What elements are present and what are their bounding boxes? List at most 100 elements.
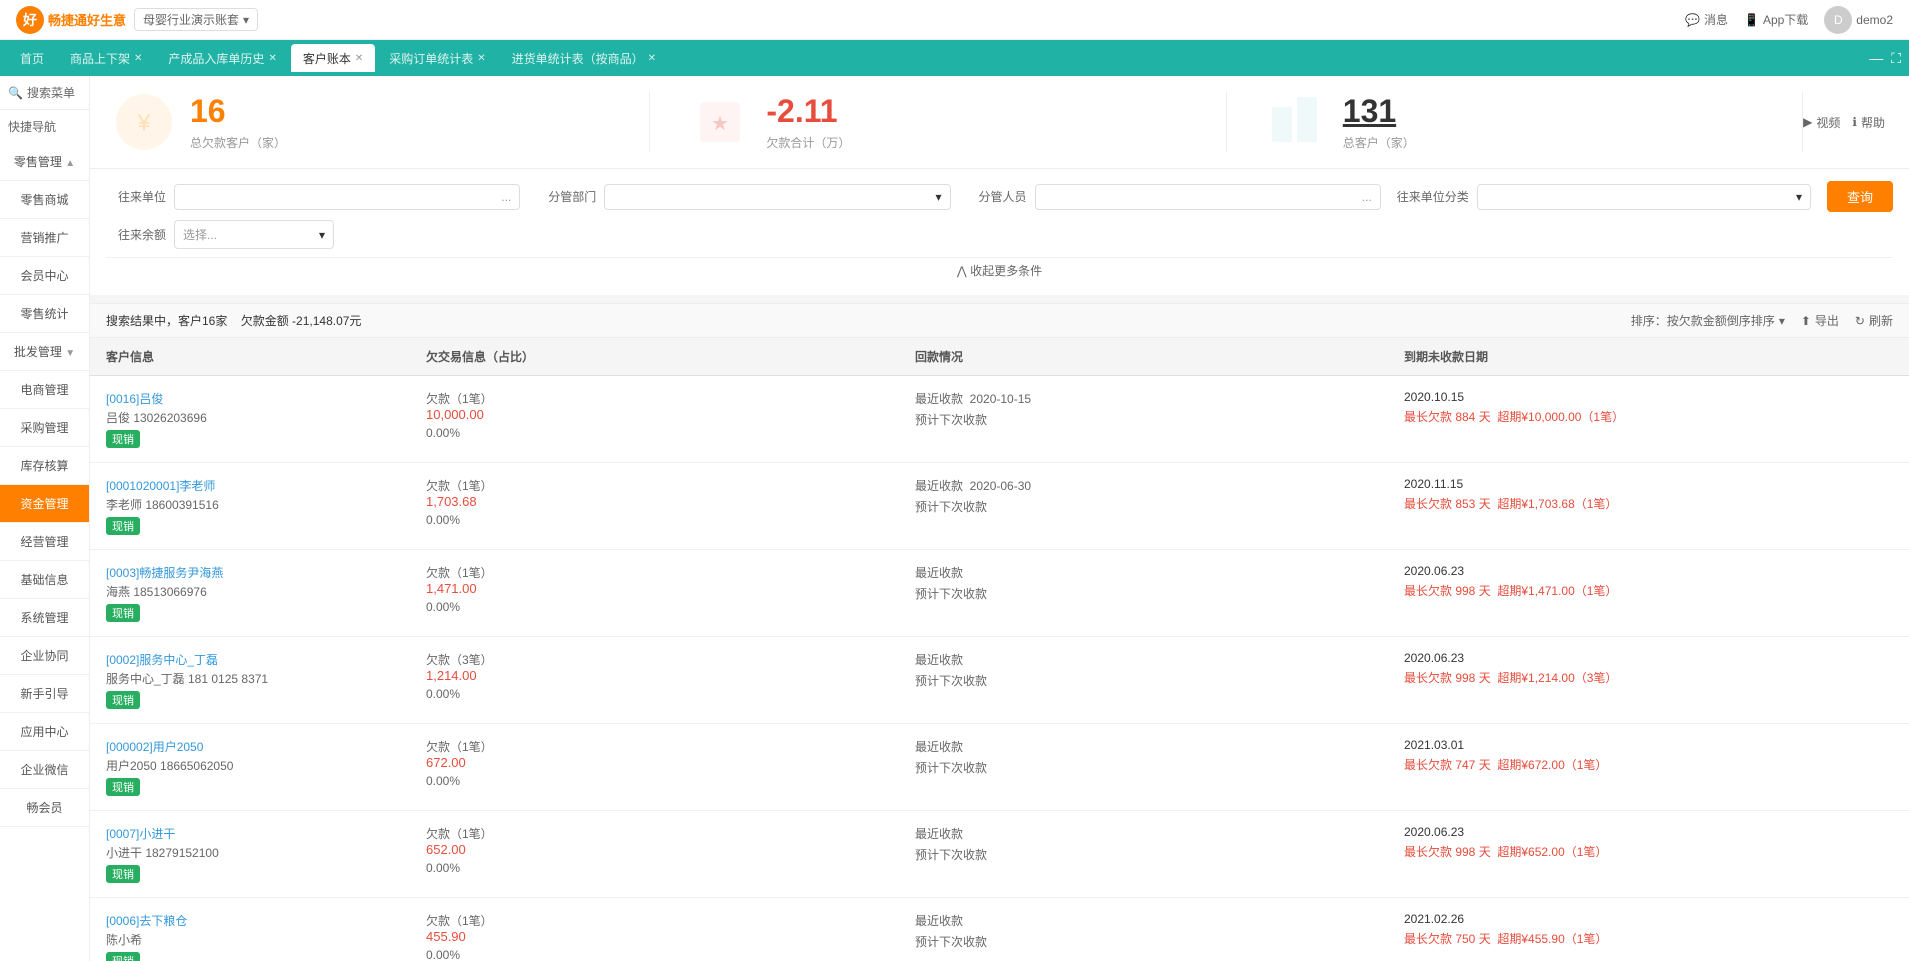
dept-select[interactable]: ▾: [604, 184, 950, 210]
payment-cell: 最近收款 预计下次收款: [915, 736, 1404, 778]
tab-close-icon[interactable]: ✕: [477, 53, 485, 64]
due-cell: 2021.03.01 最长欠款 747 天 超期¥672.00（1笔）: [1404, 736, 1893, 775]
sidebar-item-operations[interactable]: 经营管理: [0, 523, 89, 561]
logo-area: 好 畅捷通好生意: [16, 6, 126, 34]
user-menu[interactable]: D demo2: [1824, 6, 1893, 34]
col-customer-info: 客户信息: [106, 348, 426, 365]
view-button[interactable]: ▶ 视频: [1803, 114, 1840, 131]
app-download-button[interactable]: 📱 App下载: [1744, 11, 1808, 28]
store-selector[interactable]: 母婴行业演示账套 ▾: [134, 8, 258, 31]
tab-close-icon[interactable]: ✕: [355, 53, 363, 64]
debt-amount[interactable]: 1,471.00: [426, 581, 915, 596]
quick-nav-label: 快捷导航: [0, 110, 89, 143]
tab-close-icon[interactable]: ✕: [134, 53, 142, 64]
stat-total-count: 131 总客户（家）: [1227, 92, 1803, 152]
table-row: [0007]小进干 小进干 18279152100 现销 欠款（1笔） 652.…: [90, 811, 1909, 898]
sidebar-item-basic-info[interactable]: 基础信息: [0, 561, 89, 599]
filter-row-1: 往来单位 ... 分管部门 ▾ 分管人员: [106, 181, 1893, 212]
sidebar-item-new-guide[interactable]: 新手引导: [0, 675, 89, 713]
debt-cell: 欠款（1笔） 1,471.00 0.00%: [426, 562, 915, 616]
sidebar-item-batch-mgmt[interactable]: 批发管理 ▼: [0, 333, 89, 371]
tab-purchase-order[interactable]: 采购订单统计表 ✕: [377, 44, 497, 72]
customer-code[interactable]: [0001020001]李老师: [106, 477, 426, 494]
debt-amount[interactable]: 652.00: [426, 842, 915, 857]
tab-close-icon[interactable]: ✕: [268, 53, 276, 64]
source-unit-input[interactable]: ...: [174, 184, 520, 210]
due-date: 2020.06.23: [1404, 651, 1893, 665]
sidebar-item-system-mgmt[interactable]: 系统管理: [0, 599, 89, 637]
debt-info: 欠款（1笔）: [426, 738, 915, 755]
next-payment: 预计下次收款: [915, 585, 1404, 602]
debt-cell: 欠款（1笔） 1,703.68 0.00%: [426, 475, 915, 529]
minimize-icon[interactable]: —: [1869, 50, 1883, 66]
overdue-info[interactable]: 最长欠款 853 天 超期¥1,703.68（1笔）: [1404, 495, 1893, 512]
customer-code[interactable]: [000002]用户2050: [106, 738, 426, 755]
debt-amount[interactable]: 1,214.00: [426, 668, 915, 683]
customer-phone: 服务中心_丁磊 181 0125 8371: [106, 670, 426, 687]
customer-code[interactable]: [0003]畅捷服务尹海燕: [106, 564, 426, 581]
person-label: 分管人员: [967, 188, 1027, 205]
sidebar-item-capital-mgmt[interactable]: 资金管理: [0, 485, 89, 523]
sidebar-item-vip-member[interactable]: 畅会员: [0, 789, 89, 827]
overdue-info[interactable]: 最长欠款 884 天 超期¥10,000.00（1笔）: [1404, 408, 1893, 425]
tab-customer-account[interactable]: 客户账本 ✕: [291, 44, 375, 72]
tab-close-icon[interactable]: ✕: [648, 53, 656, 64]
tab-product-shelf[interactable]: 商品上下架 ✕: [58, 44, 154, 72]
debt-amount[interactable]: 10,000.00: [426, 407, 915, 422]
customer-cell: [000002]用户2050 用户2050 18665062050 现销: [106, 736, 426, 798]
app-icon: 📱: [1744, 13, 1759, 27]
debt-amount[interactable]: 455.90: [426, 929, 915, 944]
sidebar-item-retail-mall[interactable]: 零售商城: [0, 181, 89, 219]
sidebar-item-inventory[interactable]: 库存核算: [0, 447, 89, 485]
debt-amount[interactable]: 672.00: [426, 755, 915, 770]
overdue-info[interactable]: 最长欠款 747 天 超期¥672.00（1笔）: [1404, 756, 1893, 773]
due-cell: 2020.06.23 最长欠款 998 天 超期¥1,214.00（3笔）: [1404, 649, 1893, 688]
customer-code[interactable]: [0002]服务中心_丁磊: [106, 651, 426, 668]
sort-label[interactable]: 排序：按欠款金额倒序排序 ▾: [1631, 312, 1785, 329]
sidebar-item-purchase-mgmt[interactable]: 采购管理: [0, 409, 89, 447]
payment-cell: 最近收款 预计下次收款: [915, 910, 1404, 952]
sidebar-item-enterprise-wechat[interactable]: 企业微信: [0, 751, 89, 789]
tab-stock-stats[interactable]: 进货单统计表（按商品） ✕: [500, 44, 668, 72]
debt-amount[interactable]: 1,703.68: [426, 494, 915, 509]
query-button[interactable]: 查询: [1827, 181, 1893, 212]
customer-code[interactable]: [0016]吕俊: [106, 390, 426, 407]
sidebar-item-retail-stats[interactable]: 零售统计: [0, 295, 89, 333]
search-menu[interactable]: 🔍 搜索菜单: [0, 76, 89, 110]
overdue-info[interactable]: 最长欠款 998 天 超期¥1,214.00（3笔）: [1404, 669, 1893, 686]
export-icon: ⬆: [1801, 314, 1811, 328]
col-payment: 回款情况: [915, 348, 1404, 365]
debt-cell: 欠款（1笔） 455.90 0.00%: [426, 910, 915, 961]
table-row: [0003]畅捷服务尹海燕 海燕 18513066976 现销 欠款（1笔） 1…: [90, 550, 1909, 637]
overdue-info[interactable]: 最长欠款 998 天 超期¥1,471.00（1笔）: [1404, 582, 1893, 599]
customer-tag: 现销: [106, 430, 140, 448]
sidebar-item-app-center[interactable]: 应用中心: [0, 713, 89, 751]
help-button[interactable]: ℹ 帮助: [1852, 114, 1885, 131]
export-button[interactable]: ⬆ 导出: [1801, 312, 1839, 329]
tab-product-history[interactable]: 产成品入库单历史 ✕: [156, 44, 288, 72]
sidebar-item-enterprise-collab[interactable]: 企业协同: [0, 637, 89, 675]
customer-code[interactable]: [0006]去下粮仓: [106, 912, 426, 929]
table-body: [0016]吕俊 吕俊 13026203696 现销 欠款（1笔） 10,000…: [90, 376, 1909, 961]
chevron-icon: ▼: [65, 348, 75, 359]
tab-home[interactable]: 首页: [8, 44, 56, 72]
sidebar-item-member-center[interactable]: 会员中心: [0, 257, 89, 295]
sidebar-item-ecommerce[interactable]: 电商管理: [0, 371, 89, 409]
next-payment: 预计下次收款: [915, 759, 1404, 776]
category-select[interactable]: ▾: [1477, 184, 1811, 210]
overdue-info[interactable]: 最长欠款 750 天 超期¥455.90（1笔）: [1404, 930, 1893, 947]
refresh-button[interactable]: ↻ 刷新: [1855, 312, 1893, 329]
stat-debt-label: 欠款合计（万）: [766, 134, 850, 151]
debt-cell: 欠款（1笔） 652.00 0.00%: [426, 823, 915, 877]
customer-code[interactable]: [0007]小进干: [106, 825, 426, 842]
balance-select[interactable]: 选择... ▾: [174, 220, 334, 249]
stats-bar: ¥ 16 总欠款客户（家） ★ -2.11 欠款合计（万）: [90, 76, 1909, 169]
message-button[interactable]: 💬 消息: [1685, 11, 1728, 28]
overdue-info[interactable]: 最长欠款 998 天 超期¥652.00（1笔）: [1404, 843, 1893, 860]
maximize-icon[interactable]: ⛶: [1891, 50, 1901, 67]
sidebar-item-marketing[interactable]: 营销推广: [0, 219, 89, 257]
person-input[interactable]: ...: [1035, 184, 1381, 210]
tab-bar-actions: — ⛶: [1869, 50, 1901, 67]
filter-collapse-toggle[interactable]: ⋀ 收起更多条件: [106, 257, 1893, 283]
sidebar-item-retail-mgmt[interactable]: 零售管理 ▲: [0, 143, 89, 181]
